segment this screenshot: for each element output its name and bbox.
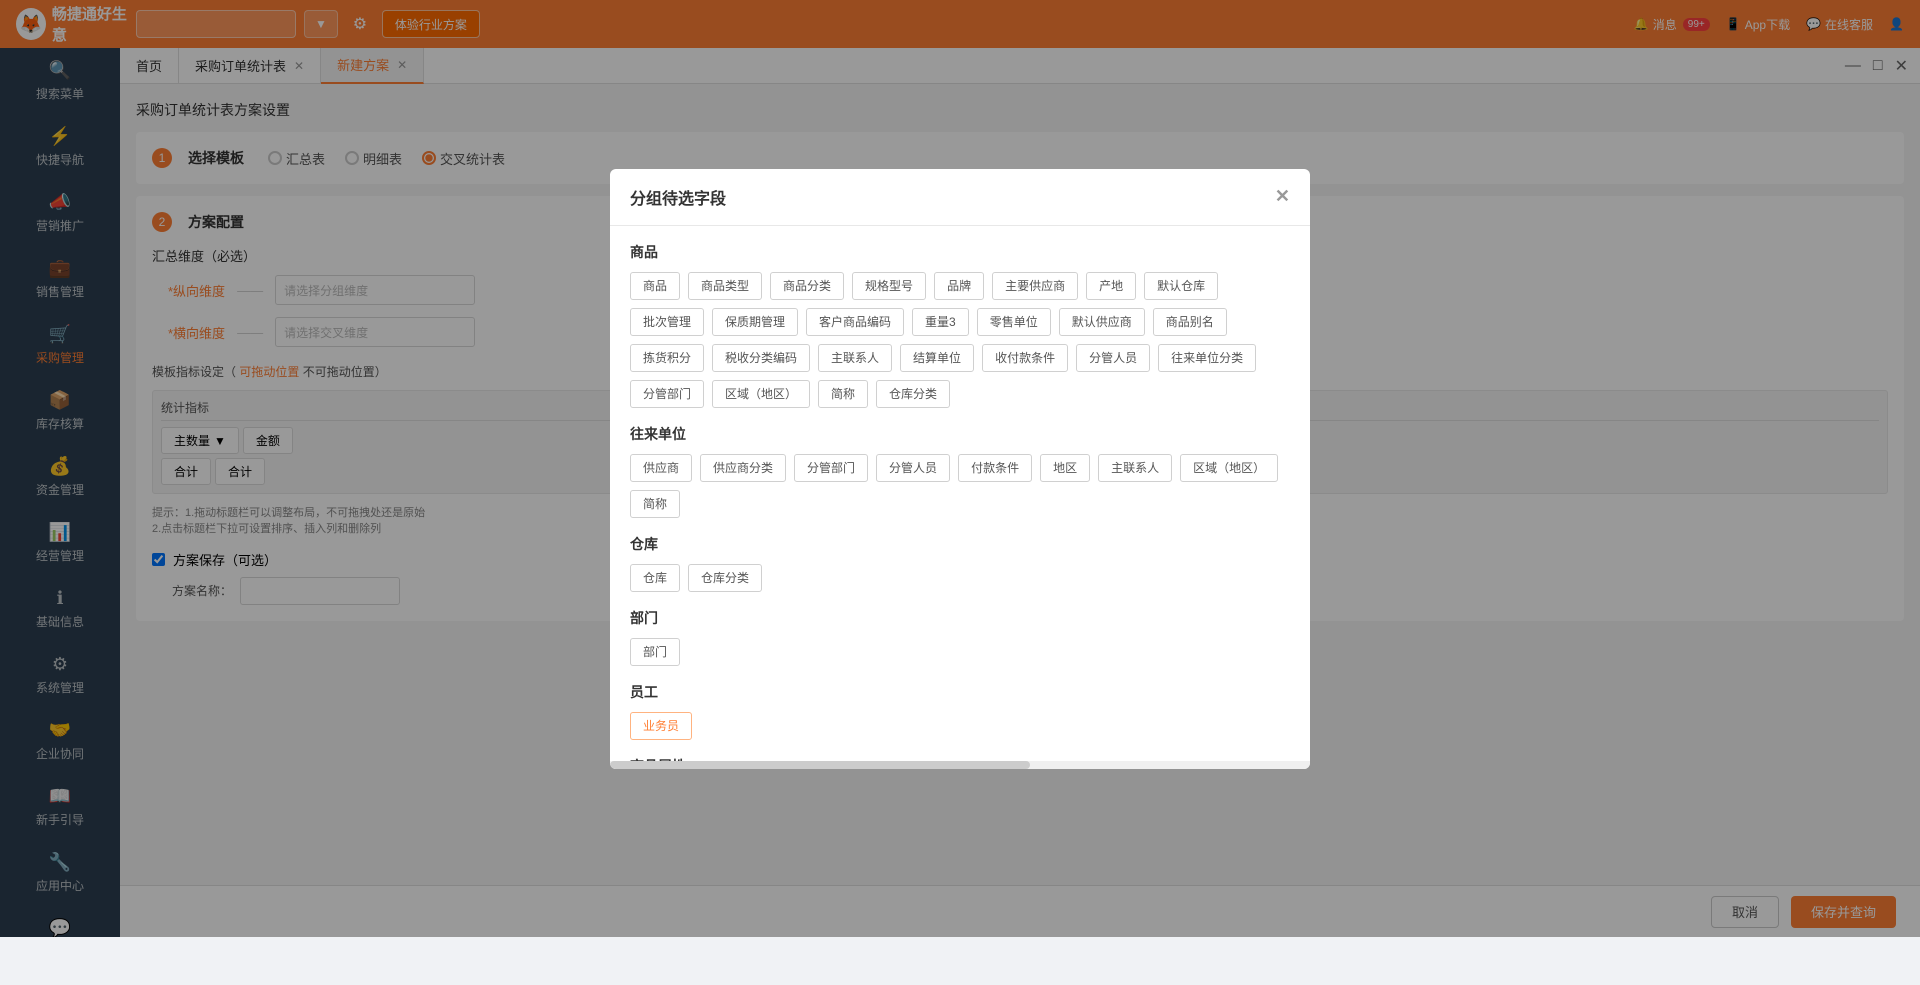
field-tag[interactable]: 保质期管理 [712,308,798,336]
field-tag[interactable]: 分管人员 [876,454,950,482]
modal-dialog: 分组待选字段 ✕ 商品 商品 商品类型 商品分类 规格型号 品牌 主要供应商 产… [610,169,1310,769]
field-tag[interactable]: 区域（地区） [1180,454,1278,482]
field-grid-staff: 业务员 [630,712,1290,740]
field-tag[interactable]: 供应商 [630,454,692,482]
field-tag[interactable]: 商品别名 [1153,308,1227,336]
modal-body[interactable]: 商品 商品 商品类型 商品分类 规格型号 品牌 主要供应商 产地 默认仓库 批次… [610,226,1310,761]
field-tag[interactable]: 简称 [630,490,680,518]
field-tag[interactable]: 税收分类编码 [712,344,810,372]
field-tag[interactable]: 收付款条件 [982,344,1068,372]
field-tag[interactable]: 默认仓库 [1144,272,1218,300]
field-tag[interactable]: 仓库 [630,564,680,592]
field-tag[interactable]: 品牌 [934,272,984,300]
modal-title: 分组待选字段 [630,185,726,209]
field-tag[interactable]: 拣货积分 [630,344,704,372]
field-tag[interactable]: 默认供应商 [1059,308,1145,336]
section-title-staff: 员工 [630,682,1290,702]
section-title-goods: 商品 [630,242,1290,262]
field-tag[interactable]: 结算单位 [900,344,974,372]
section-title-partners: 往来单位 [630,424,1290,444]
section-title-dept: 部门 [630,608,1290,628]
field-tag[interactable]: 区域（地区） [712,380,810,408]
field-tag[interactable]: 主联系人 [818,344,892,372]
modal-close-button[interactable]: ✕ [1275,186,1290,207]
modal-overlay: 分组待选字段 ✕ 商品 商品 商品类型 商品分类 规格型号 品牌 主要供应商 产… [0,0,1920,937]
section-title-warehouse: 仓库 [630,534,1290,554]
field-tag[interactable]: 重量3 [912,308,969,336]
field-tag[interactable]: 产地 [1086,272,1136,300]
field-tag[interactable]: 主要供应商 [992,272,1078,300]
field-tag[interactable]: 主联系人 [1098,454,1172,482]
modal-horizontal-scrollbar[interactable] [610,761,1310,769]
field-tag[interactable]: 商品分类 [770,272,844,300]
field-grid-dept: 部门 [630,638,1290,666]
field-grid-partners: 供应商 供应商分类 分管部门 分管人员 付款条件 地区 主联系人 区域（地区） … [630,454,1290,518]
field-tag[interactable]: 零售单位 [977,308,1051,336]
field-tag[interactable]: 批次管理 [630,308,704,336]
field-tag[interactable]: 规格型号 [852,272,926,300]
field-tag[interactable]: 地区 [1040,454,1090,482]
field-tag[interactable]: 往来单位分类 [1158,344,1256,372]
modal-header: 分组待选字段 ✕ [610,169,1310,226]
field-tag[interactable]: 仓库分类 [688,564,762,592]
field-tag[interactable]: 分管部门 [794,454,868,482]
field-tag[interactable]: 付款条件 [958,454,1032,482]
modal-h-thumb [610,761,1030,769]
field-grid-goods: 商品 商品类型 商品分类 规格型号 品牌 主要供应商 产地 默认仓库 批次管理 … [630,272,1290,408]
field-tag[interactable]: 简称 [818,380,868,408]
field-grid-warehouse: 仓库 仓库分类 [630,564,1290,592]
field-tag[interactable]: 部门 [630,638,680,666]
field-tag[interactable]: 分管部门 [630,380,704,408]
field-tag-staff[interactable]: 业务员 [630,712,692,740]
field-tag[interactable]: 仓库分类 [876,380,950,408]
field-tag[interactable]: 供应商分类 [700,454,786,482]
field-tag[interactable]: 客户商品编码 [806,308,904,336]
field-tag[interactable]: 分管人员 [1076,344,1150,372]
field-tag[interactable]: 商品 [630,272,680,300]
field-tag[interactable]: 商品类型 [688,272,762,300]
